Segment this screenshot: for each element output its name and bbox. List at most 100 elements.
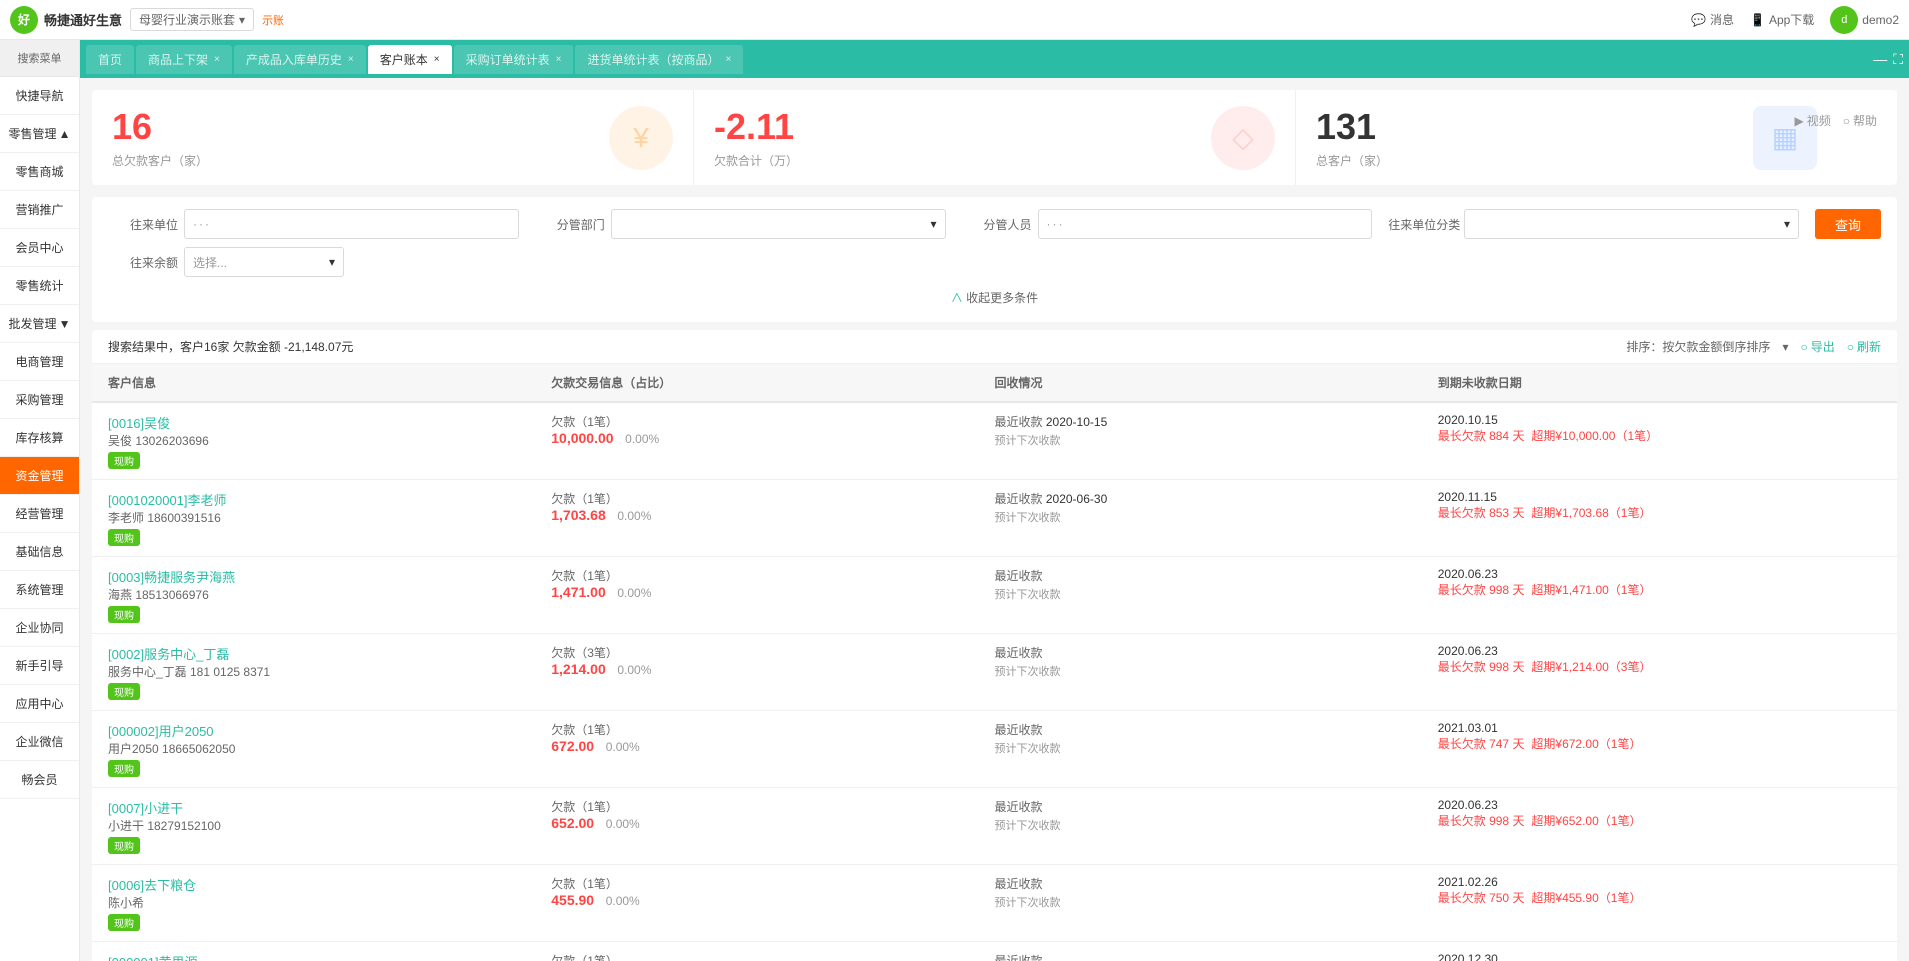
overdue-date: 2021.02.26	[1438, 875, 1881, 889]
tab-purchase-product-stats[interactable]: 进货单统计表（按商品） ×	[575, 45, 743, 74]
sidebar-item-finance[interactable]: 资金管理	[0, 457, 79, 495]
message-icon: 💬	[1691, 13, 1706, 27]
tab-product-listing[interactable]: 商品上下架 ×	[136, 45, 232, 74]
message-label: 消息	[1710, 11, 1734, 28]
sidebar-item-wechat[interactable]: 企业微信	[0, 723, 79, 761]
recovery-label: 最近收款	[995, 877, 1043, 891]
overdue-date: 2020.06.23	[1438, 798, 1881, 812]
debt-ratio: 0.00%	[606, 817, 640, 831]
sidebar-search[interactable]: 搜索菜单	[0, 40, 79, 77]
overdue-amount-link[interactable]: 超期¥672.00（1笔）	[1531, 737, 1641, 751]
sidebar-item-app-center[interactable]: 应用中心	[0, 685, 79, 723]
sidebar-item-guide[interactable]: 新手引导	[0, 647, 79, 685]
stat-value-debt-customers: 16	[112, 106, 208, 148]
debt-ratio: 0.00%	[606, 894, 640, 908]
customer-name-link[interactable]: [0006]去下粮仓	[108, 878, 196, 893]
debt-count: 欠款（1笔）	[551, 875, 994, 892]
filter-department-select[interactable]: ▾	[611, 209, 946, 239]
sidebar-item-purchase[interactable]: 采购管理	[0, 381, 79, 419]
sidebar-item-basic-info[interactable]: 基础信息	[0, 533, 79, 571]
sidebar-item-operations[interactable]: 经营管理	[0, 495, 79, 533]
filter-row-1: 往来单位 ··· 分管部门 ▾ 分管人员	[108, 209, 1881, 239]
customer-name-link[interactable]: [0007]小进干	[108, 801, 183, 816]
customer-name-link[interactable]: [000002]用户2050	[108, 724, 214, 739]
message-btn[interactable]: 💬 消息	[1691, 11, 1734, 28]
overdue-amount-link[interactable]: 超期¥10,000.00（1笔）	[1531, 429, 1658, 443]
refresh-btn[interactable]: ○ 刷新	[1847, 338, 1881, 355]
overdue-amount-link[interactable]: 超期¥1,703.68（1笔）	[1531, 506, 1651, 520]
customer-name-link[interactable]: [0016]吴俊	[108, 416, 170, 431]
customer-info-cell: [0002]服务中心_丁磊 服务中心_丁磊 181 0125 8371 现购	[108, 644, 551, 700]
tab-production-close[interactable]: ×	[348, 54, 354, 65]
tab-customer-close[interactable]: ×	[434, 54, 440, 65]
sidebar-item-wholesale[interactable]: 批发管理 ▼	[0, 305, 79, 343]
customer-phone: 服务中心_丁磊 181 0125 8371	[108, 663, 551, 680]
recovery-sub: 预计下次收款	[995, 894, 1438, 910]
customer-info-cell: [0007]小进干 小进干 18279152100 现购	[108, 798, 551, 854]
debt-ratio: 0.00%	[625, 432, 659, 446]
video-help-btn[interactable]: ▶ 视频	[1794, 112, 1830, 129]
collapse-label: 收起更多条件	[966, 291, 1038, 305]
customer-info-cell: [0001020001]李老师 李老师 18600391516 现购	[108, 490, 551, 546]
tab-purchase-product-close[interactable]: ×	[725, 54, 731, 65]
sidebar-item-retail-mall[interactable]: 零售商城	[0, 153, 79, 191]
overdue-amount-link[interactable]: 超期¥1,471.00（1笔）	[1531, 583, 1651, 597]
page-content: 16 总欠款客户（家） ¥ -2.11 欠款合计（万） ◇	[80, 78, 1909, 961]
tab-product-listing-close[interactable]: ×	[214, 54, 220, 65]
tips-link[interactable]: 示账	[262, 12, 284, 28]
sidebar-item-ecommerce[interactable]: 电商管理	[0, 343, 79, 381]
tab-purchase-close[interactable]: ×	[556, 54, 562, 65]
customer-tag: 现购	[108, 683, 140, 700]
sidebar-item-retail-mgmt[interactable]: 零售管理 ▲	[0, 115, 79, 153]
debt-amount-row: 10,000.00 0.00%	[551, 430, 994, 446]
filter-person-input[interactable]: ···	[1038, 209, 1373, 239]
tab-customer-account[interactable]: 客户账本 ×	[368, 45, 452, 74]
sidebar-item-enterprise[interactable]: 企业协同	[0, 609, 79, 647]
store-selector[interactable]: 母婴行业演示账套 ▾	[130, 8, 254, 31]
overdue-info: 最长欠款 998 天 超期¥652.00（1笔）	[1438, 812, 1881, 829]
overdue-date: 2020.06.23	[1438, 567, 1881, 581]
filter-category-select[interactable]: ▾	[1464, 209, 1799, 239]
debt-info-cell: 欠款（1笔） 1,703.68 0.00%	[551, 490, 994, 523]
customer-tag: 现购	[108, 529, 140, 546]
query-btn[interactable]: 查询	[1815, 209, 1881, 239]
export-btn[interactable]: ○ 导出	[1800, 338, 1834, 355]
sort-label: 排序：按欠款金额倒序排序	[1626, 338, 1770, 355]
overdue-amount-link[interactable]: 超期¥652.00（1笔）	[1531, 814, 1641, 828]
debt-count: 欠款（1笔）	[551, 413, 994, 430]
table-row: [0007]小进干 小进干 18279152100 现购 欠款（1笔） 652.…	[92, 788, 1897, 865]
help-btn[interactable]: ○ 帮助	[1843, 112, 1877, 129]
customer-name-link[interactable]: [000001]黄思源	[108, 955, 198, 961]
tab-production-history[interactable]: 产成品入库单历史 ×	[234, 45, 366, 74]
app-download-btn[interactable]: 📱 App下载	[1750, 11, 1814, 28]
overdue-amount-link[interactable]: 超期¥1,214.00（3笔）	[1531, 660, 1651, 674]
tab-purchase-stats[interactable]: 采购订单统计表 ×	[454, 45, 574, 74]
overdue-amount-link[interactable]: 超期¥455.90（1笔）	[1531, 891, 1641, 905]
filter-row-2: 往来余额 选择... ▾	[108, 247, 1881, 277]
tab-home[interactable]: 首页	[86, 45, 134, 74]
filter-customer-unit-input[interactable]: ···	[184, 209, 519, 239]
collapse-icon: ∧	[951, 291, 963, 305]
sidebar-item-member[interactable]: 会员中心	[0, 229, 79, 267]
tab-maximize-icon[interactable]: ⛶	[1893, 51, 1903, 68]
sidebar-item-marketing[interactable]: 营销推广	[0, 191, 79, 229]
customer-name-link[interactable]: [0001020001]李老师	[108, 493, 227, 508]
customer-name-link[interactable]: [0002]服务中心_丁磊	[108, 647, 229, 662]
sidebar-item-system[interactable]: 系统管理	[0, 571, 79, 609]
user-menu[interactable]: d demo2	[1830, 6, 1899, 34]
sidebar-item-quick-nav[interactable]: 快捷导航	[0, 77, 79, 115]
sidebar-item-inventory[interactable]: 库存核算	[0, 419, 79, 457]
th-debt: 欠款交易信息（占比）	[551, 374, 994, 391]
filter-balance-select[interactable]: 选择... ▾	[184, 247, 344, 277]
recovery-sub: 预计下次收款	[995, 509, 1438, 525]
customer-name-link[interactable]: [0003]畅捷服务尹海燕	[108, 570, 235, 585]
tab-minimize-icon[interactable]: —	[1873, 51, 1887, 68]
customer-info-cell: [0016]吴俊 吴俊 13026203696 现购	[108, 413, 551, 469]
recovery-info: 最近收款	[995, 567, 1438, 584]
collapse-bar[interactable]: ∧ 收起更多条件	[108, 285, 1881, 310]
sidebar-item-retail-stats[interactable]: 零售统计	[0, 267, 79, 305]
debt-count: 欠款（1笔）	[551, 721, 994, 738]
sidebar-item-vip[interactable]: 畅会员	[0, 761, 79, 799]
stat-label-debt-customers: 总欠款客户（家）	[112, 152, 208, 169]
help-icon: ○	[1843, 114, 1850, 128]
